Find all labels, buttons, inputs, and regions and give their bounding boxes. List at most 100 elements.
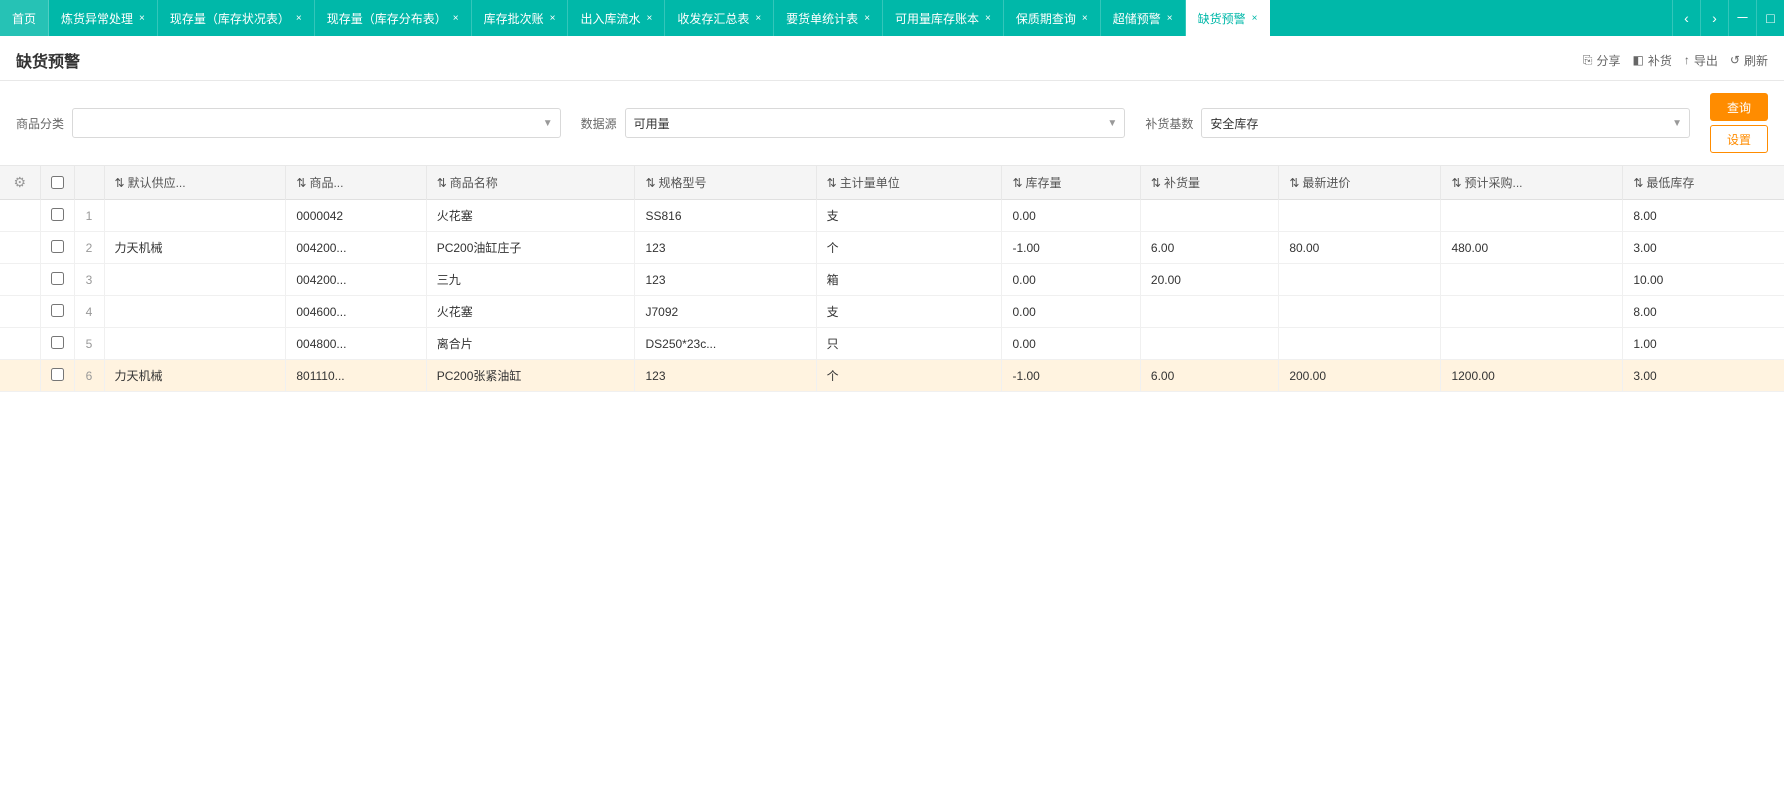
column-header-product-name[interactable]: ⇅ 商品名称 <box>426 166 635 200</box>
row-checkbox-0[interactable] <box>51 208 64 221</box>
nav-minimize[interactable]: － <box>1728 0 1756 36</box>
row-checkbox-1[interactable] <box>51 240 64 253</box>
datasource-select[interactable]: 可用量 <box>625 108 1126 138</box>
nav-tab-close-inout-flow[interactable]: × <box>646 13 652 24</box>
nav-scroll-right[interactable]: › <box>1700 0 1728 36</box>
export-button[interactable]: ↑ 导出 <box>1684 52 1718 69</box>
nav-tab-abnormal[interactable]: 炼货异常处理× <box>49 0 158 36</box>
select-all-checkbox[interactable] <box>51 176 64 189</box>
nav-scroll-left[interactable]: ‹ <box>1672 0 1700 36</box>
nav-maximize[interactable]: □ <box>1756 0 1784 36</box>
row-checkbox-cell[interactable] <box>40 296 74 328</box>
row-checkbox-4[interactable] <box>51 336 64 349</box>
cell-product-name: PC200张紧油缸 <box>426 360 635 392</box>
cell-restock-qty <box>1140 296 1278 328</box>
cell-supplier <box>104 200 286 232</box>
cell-estimated-purchase: 1200.00 <box>1441 360 1623 392</box>
cell-min-stock: 8.00 <box>1623 296 1784 328</box>
cell-product-code: 004200... <box>286 232 426 264</box>
query-button[interactable]: 查询 <box>1710 93 1768 121</box>
sort-icon: ⇅ <box>1633 176 1643 190</box>
nav-tab-available-ledger[interactable]: 可用量库存账本× <box>883 0 1004 36</box>
column-header-supplier[interactable]: ⇅ 默认供应... <box>104 166 286 200</box>
column-header-spec[interactable]: ⇅ 规格型号 <box>635 166 816 200</box>
row-checkbox-2[interactable] <box>51 272 64 285</box>
nav-tab-overstock[interactable]: 超储预警× <box>1101 0 1186 36</box>
sort-icon: ⇅ <box>827 176 837 190</box>
column-header-rownum <box>74 166 104 200</box>
row-checkbox-cell[interactable] <box>40 232 74 264</box>
cell-supplier: 力天机械 <box>104 360 286 392</box>
row-checkbox-cell[interactable] <box>40 328 74 360</box>
nav-tab-close-requisition-stat[interactable]: × <box>864 13 870 24</box>
column-header-estimated-purchase[interactable]: ⇅ 预计采购... <box>1441 166 1623 200</box>
cell-estimated-purchase <box>1441 264 1623 296</box>
row-number: 6 <box>74 360 104 392</box>
row-checkbox-5[interactable] <box>51 368 64 381</box>
cell-product-code: 0000042 <box>286 200 426 232</box>
nav-tab-close-expiry-query[interactable]: × <box>1082 13 1088 24</box>
restock-basis-select[interactable]: 安全库存 <box>1201 108 1690 138</box>
nav-tab-close-available-ledger[interactable]: × <box>985 13 991 24</box>
column-header-stock-qty[interactable]: ⇅ 库存量 <box>1002 166 1140 200</box>
row-checkbox-cell[interactable] <box>40 264 74 296</box>
row-number: 4 <box>74 296 104 328</box>
share-button[interactable]: ⎘ 分享 <box>1583 52 1621 69</box>
column-header-gear[interactable]: ⚙ <box>0 166 40 200</box>
nav-tab-close-inventory-dist[interactable]: × <box>453 13 459 24</box>
table-container: ⚙ ⇅ 默认供应... <box>0 166 1784 392</box>
category-select[interactable] <box>72 108 561 138</box>
nav-tab-close-batch-account[interactable]: × <box>550 13 556 24</box>
column-header-latest-price[interactable]: ⇅ 最新进价 <box>1279 166 1441 200</box>
column-header-checkbox[interactable] <box>40 166 74 200</box>
nav-tab-home[interactable]: 首页 <box>0 0 49 36</box>
nav-tab-batch-account[interactable]: 库存批次账 × <box>472 0 569 36</box>
row-checkbox-cell[interactable] <box>40 360 74 392</box>
table-row: 5 004800... 离合片 DS250*23c... 只 0.00 1.00 <box>0 328 1784 360</box>
sort-icon: ⇅ <box>1289 176 1299 190</box>
restock-basis-select-wrapper: 安全库存 ▼ <box>1201 108 1690 138</box>
nav-tab-close-inventory-status[interactable]: × <box>296 13 302 24</box>
cell-restock-qty <box>1140 200 1278 232</box>
nav-tab-label: 保质期查询 <box>1016 10 1076 27</box>
settings-button[interactable]: 设置 <box>1710 125 1768 153</box>
nav-tab-inventory-dist[interactable]: 现存量（库存分布表）× <box>315 0 472 36</box>
row-number: 1 <box>74 200 104 232</box>
filter-bar: 商品分类 ▼ 数据源 可用量 ▼ 补货基数 安全库存 ▼ 查询 设置 <box>0 81 1784 166</box>
nav-tab-close-receipt-summary[interactable]: × <box>755 13 761 24</box>
restock-basis-label: 补货基数 <box>1145 115 1193 132</box>
column-header-restock-qty[interactable]: ⇅ 补货量 <box>1140 166 1278 200</box>
cell-latest-price <box>1279 296 1441 328</box>
nav-tab-inout-flow[interactable]: 出入库流水× <box>568 0 665 36</box>
restock-button[interactable]: ◧ 补货 <box>1633 52 1672 69</box>
gear-settings-icon[interactable]: ⚙ <box>13 174 26 191</box>
cell-min-stock: 3.00 <box>1623 360 1784 392</box>
column-header-unit[interactable]: ⇅ 主计量单位 <box>816 166 1002 200</box>
nav-tab-inventory-status[interactable]: 现存量（库存状况表）× <box>158 0 315 36</box>
nav-tab-expiry-query[interactable]: 保质期查询 × <box>1004 0 1101 36</box>
nav-tab-receipt-summary[interactable]: 收发存汇总表× <box>665 0 774 36</box>
nav-tab-requisition-stat[interactable]: 要货单统计表× <box>774 0 883 36</box>
table-row: 3 004200... 三九 123 箱 0.00 20.00 10.00 <box>0 264 1784 296</box>
column-header-min-stock[interactable]: ⇅ 最低库存 <box>1623 166 1784 200</box>
nav-tab-close-abnormal[interactable]: × <box>139 13 145 24</box>
restock-basis-filter-group: 补货基数 安全库存 ▼ <box>1145 108 1690 138</box>
row-checkbox-3[interactable] <box>51 304 64 317</box>
nav-tab-label: 库存批次账 <box>484 10 544 27</box>
cell-latest-price: 80.00 <box>1279 232 1441 264</box>
column-header-product-code[interactable]: ⇅ 商品... <box>286 166 426 200</box>
cell-estimated-purchase: 480.00 <box>1441 232 1623 264</box>
nav-tab-shortage[interactable]: 缺货预警× <box>1186 0 1271 36</box>
table-row: 6 力天机械 801110... PC200张紧油缸 123 个 -1.00 6… <box>0 360 1784 392</box>
row-checkbox-cell[interactable] <box>40 200 74 232</box>
nav-tab-close-shortage[interactable]: × <box>1252 13 1258 24</box>
cell-latest-price <box>1279 264 1441 296</box>
export-icon: ↑ <box>1684 53 1690 67</box>
cell-supplier: 力天机械 <box>104 232 286 264</box>
table-row: 1 0000042 火花塞 SS816 支 0.00 8.00 <box>0 200 1784 232</box>
datasource-label: 数据源 <box>581 115 617 132</box>
cell-restock-qty <box>1140 328 1278 360</box>
nav-tab-close-overstock[interactable]: × <box>1167 13 1173 24</box>
refresh-button[interactable]: ↺ 刷新 <box>1730 52 1768 69</box>
cell-supplier <box>104 328 286 360</box>
